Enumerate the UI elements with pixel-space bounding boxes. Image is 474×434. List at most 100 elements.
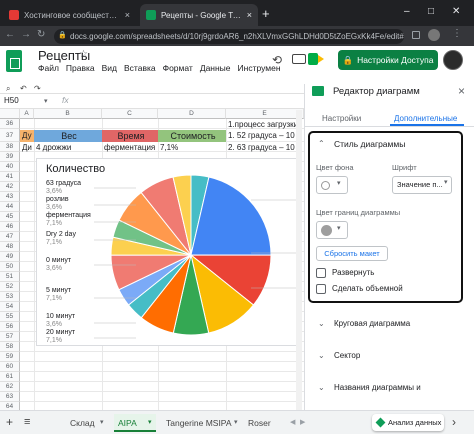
row-header[interactable]: 52 [0,282,20,292]
sheet-tab-sklad[interactable]: Склад [66,414,99,432]
maximize-icon[interactable]: □ [428,6,434,17]
row-header[interactable]: 51 [0,272,20,282]
row-header[interactable]: 39 [0,152,20,162]
cell-c38[interactable]: ферментация [102,143,158,153]
formula-input[interactable] [74,95,302,108]
row-header[interactable]: 44 [0,202,20,212]
sheet-tab-dropdown-icon[interactable]: ▾ [148,418,152,426]
row-header[interactable]: 56 [0,322,20,332]
scroll-tabs-left-icon[interactable]: ◀ [290,418,295,426]
chevron-down-icon[interactable]: ⌄ [318,319,325,328]
column-header-b[interactable]: B [34,109,102,119]
history-icon[interactable]: ⟲ [272,53,282,67]
bg-color-picker[interactable]: ▾ [316,176,348,194]
browser-tab-hosting[interactable]: Хостинговое сообщество «Тиме × [3,4,136,26]
avatar[interactable] [443,50,463,70]
row-header[interactable]: 38 [0,142,20,152]
font-select[interactable]: Значение п... [392,176,452,194]
star-icon[interactable]: ☆ [79,49,88,60]
reload-icon[interactable]: ↻ [37,29,45,40]
close-window-icon[interactable]: ✕ [452,6,460,17]
cell-e37[interactable]: 1. 52 градуса – 10 м [226,130,296,142]
menu-edit[interactable]: Правка [66,63,95,73]
corner-cell[interactable] [0,109,20,119]
cell-a37[interactable]: Ду [20,130,34,142]
menu-file[interactable]: Файл [38,63,59,73]
section-slice[interactable]: Сектор [334,351,360,360]
column-header-e[interactable]: E [226,109,304,119]
column-header-d[interactable]: D [158,109,226,119]
border-color-picker[interactable]: ▾ [316,221,348,239]
cell-c37[interactable]: Время [102,130,158,142]
row-header[interactable]: 61 [0,372,20,382]
cell-d37[interactable]: Стоимость [158,130,226,142]
cell-b38[interactable]: 4 дрожжи [34,143,102,153]
row-header[interactable]: 54 [0,302,20,312]
section-chart-titles[interactable]: Названия диаграммы и [334,383,421,392]
back-icon[interactable]: ← [5,29,15,40]
row-header[interactable]: 36 [0,119,20,129]
row-header[interactable]: 47 [0,232,20,242]
chevron-down-icon[interactable]: ⌄ [318,383,325,392]
sheet-tab-dropdown-icon[interactable]: ▾ [100,418,104,426]
cell-d38[interactable]: 7,1% [158,143,226,153]
row-header[interactable]: 62 [0,382,20,392]
close-panel-icon[interactable]: × [458,84,465,98]
section-chart-style[interactable]: Стиль диаграммы [334,139,405,149]
explore-button[interactable]: Анализ данных [372,414,444,431]
forward-icon[interactable]: → [21,29,31,40]
cell-e36[interactable]: 1.процесс загрузки [226,120,296,130]
meet-icon[interactable] [308,53,324,65]
share-button[interactable]: 🔒 Настройки Доступа [338,50,438,70]
menu-view[interactable]: Вид [102,63,117,73]
row-header[interactable]: 46 [0,222,20,232]
add-sheet-icon[interactable]: + [6,415,13,429]
side-panel-toggle-icon[interactable]: › [452,415,456,429]
chevron-down-icon[interactable]: ⌄ [318,351,325,360]
row-header[interactable]: 59 [0,352,20,362]
menu-insert[interactable]: Вставка [124,63,156,73]
browser-menu-icon[interactable]: ⋮ [452,28,462,39]
row-header[interactable]: 64 [0,402,20,410]
new-tab-button[interactable]: + [262,6,270,21]
row-header[interactable]: 50 [0,262,20,272]
menu-format[interactable]: Формат [163,63,193,73]
row-header[interactable]: 55 [0,312,20,322]
menu-data[interactable]: Данные [200,63,231,73]
url-bar[interactable]: docs.google.com/spreadsheets/d/10rj9grdo… [54,29,404,44]
row-header[interactable]: 53 [0,292,20,302]
maximize-checkbox[interactable] [316,268,326,278]
close-tab-icon[interactable]: × [247,10,252,20]
tab-customize[interactable]: Дополнительные [394,114,457,123]
minimize-icon[interactable]: – [404,6,410,17]
cell-b37[interactable]: Вес [34,130,102,142]
all-sheets-icon[interactable]: ≡ [24,416,30,428]
redo-icon[interactable]: ↷ [34,84,41,93]
cell-a38[interactable]: Ди [20,143,34,153]
column-header-c[interactable]: C [102,109,158,119]
sheet-tab-tangerine[interactable]: Tangerine MSIPA [162,414,236,432]
column-header-a[interactable]: A [20,109,34,119]
row-header[interactable]: 49 [0,252,20,262]
row-header[interactable]: 58 [0,342,20,352]
scroll-tabs-right-icon[interactable]: ▶ [300,418,305,426]
browser-tab-sheets[interactable]: Рецепты - Google Таблицы × [140,4,258,26]
3d-checkbox[interactable] [316,284,326,294]
sheets-logo-icon[interactable] [6,50,22,72]
row-header[interactable]: 60 [0,362,20,372]
cell-e38[interactable]: 2. 63 градуса – 10 м [226,143,296,153]
profile-icon[interactable] [428,29,440,41]
row-header[interactable]: 42 [0,182,20,192]
reset-layout-button[interactable]: Сбросить макет [316,246,388,261]
row-header[interactable]: 37 [0,129,20,142]
undo-icon[interactable]: ↶ [20,84,27,93]
sheet-tab-dropdown-icon[interactable]: ▾ [234,418,238,426]
row-header[interactable]: 43 [0,192,20,202]
row-header[interactable]: 57 [0,332,20,342]
namebox-dropdown-icon[interactable]: ▾ [44,97,48,105]
sheet-tab-roser[interactable]: Roser [244,414,275,432]
name-box[interactable]: H50 [4,96,19,105]
chevron-down-icon[interactable]: ▾ [444,178,448,186]
row-header[interactable]: 48 [0,242,20,252]
row-header[interactable]: 45 [0,212,20,222]
